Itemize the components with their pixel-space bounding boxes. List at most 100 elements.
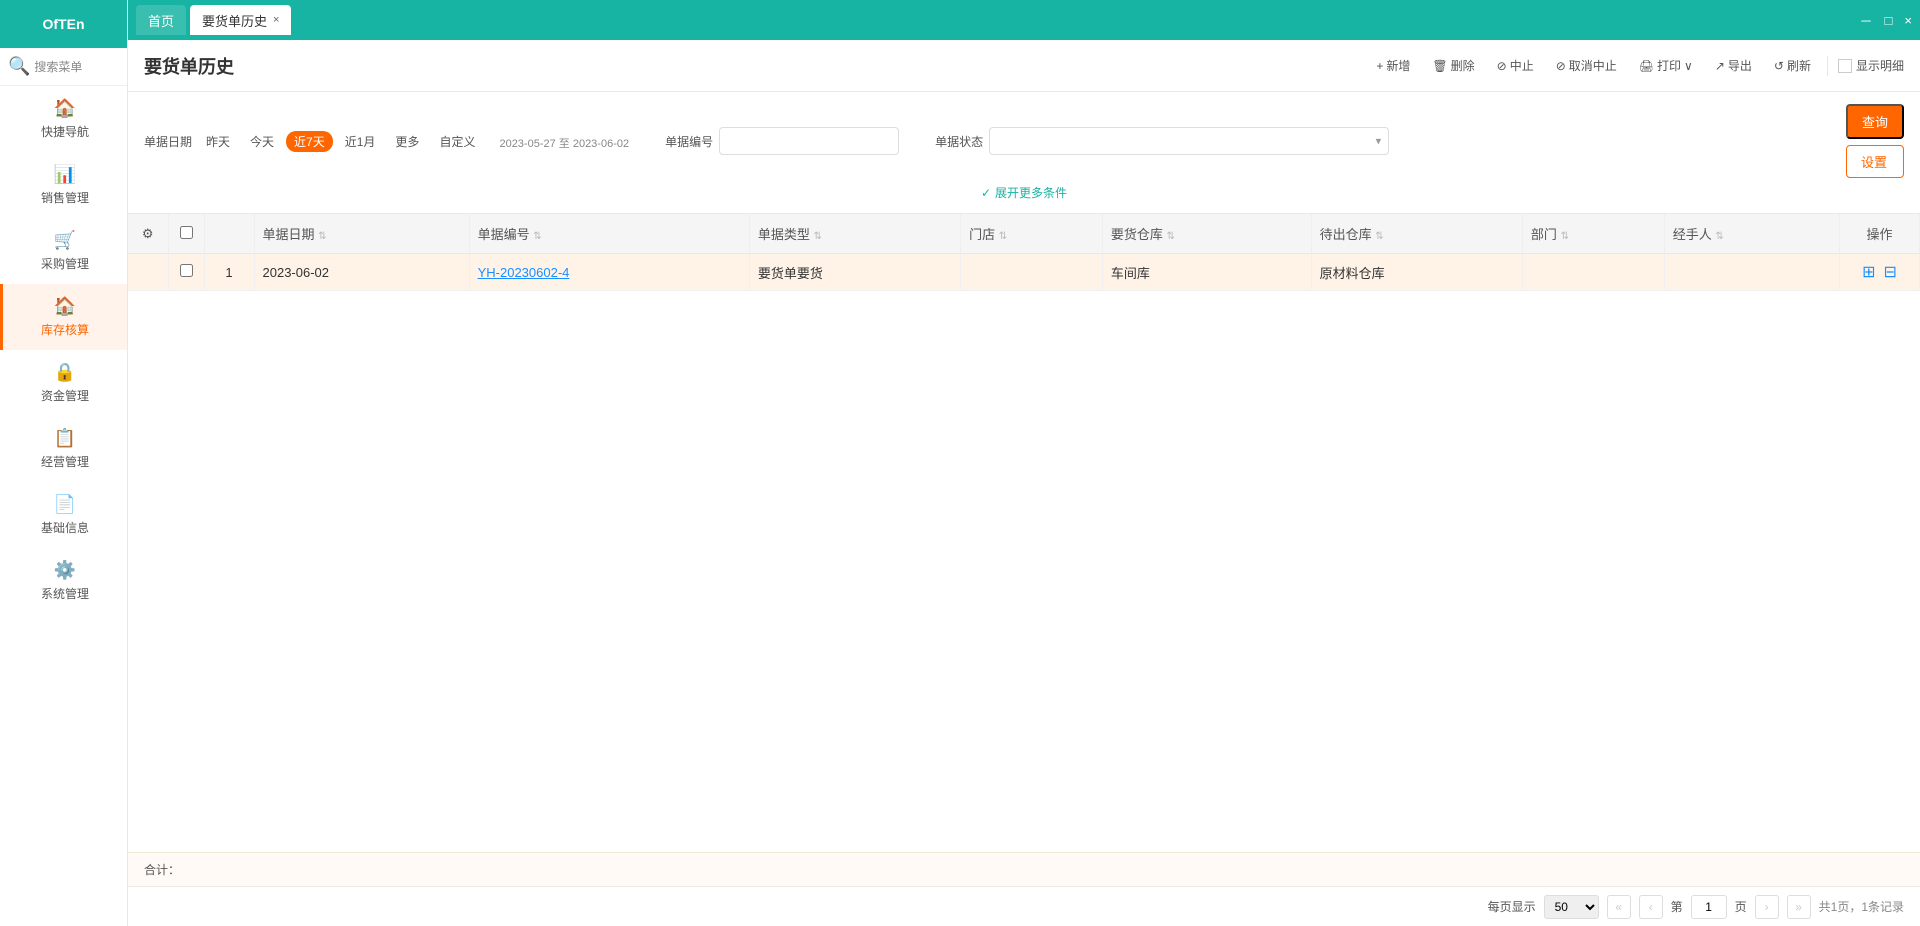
sidebar-item-basic-info[interactable]: 📄 基础信息: [0, 482, 127, 548]
export-button[interactable]: ↗ 导出: [1709, 53, 1758, 78]
date-today[interactable]: 今天: [242, 131, 282, 152]
expand-more-btn[interactable]: ✓ 展开更多条件: [144, 184, 1904, 205]
chart-icon: 📊: [54, 164, 76, 185]
date-filter-label: 单据日期: [144, 133, 192, 150]
date-last7days[interactable]: 近7天: [286, 131, 333, 152]
gear-icon: ⚙️: [54, 560, 76, 581]
sidebar-item-sales[interactable]: 📊 销售管理: [0, 152, 127, 218]
sort-icon-bill-type: ⇅: [814, 231, 822, 242]
col-department[interactable]: 部门 ⇅: [1522, 214, 1664, 254]
last-page-btn[interactable]: »: [1787, 895, 1811, 919]
tab-close-icon[interactable]: ×: [273, 14, 279, 26]
sidebar-item-quick-nav[interactable]: 🏠 快捷导航: [0, 86, 127, 152]
col-handler[interactable]: 经手人 ⇅: [1664, 214, 1839, 254]
col-action: 操作: [1840, 214, 1920, 254]
date-last-month[interactable]: 近1月: [337, 131, 384, 152]
query-buttons: 查询 设置: [1846, 104, 1904, 178]
row-bill-date: 2023-06-02: [254, 254, 469, 291]
stop-icon: ⊘: [1497, 59, 1507, 73]
row-action-col: ⊞ ⊟: [1840, 254, 1920, 291]
col-bill-type[interactable]: 单据类型 ⇅: [749, 214, 960, 254]
minimize-btn[interactable]: －: [1860, 11, 1873, 30]
status-select[interactable]: [989, 127, 1389, 155]
sort-icon-handler: ⇅: [1715, 231, 1723, 242]
row-checkbox-col[interactable]: [168, 254, 204, 291]
col-pending-warehouse[interactable]: 待出仓库 ⇅: [1311, 214, 1522, 254]
print-icon: 🖨: [1639, 59, 1654, 73]
show-detail-label: 显示明细: [1856, 57, 1904, 74]
print-button[interactable]: 🖨 打印 ∨: [1633, 53, 1699, 78]
sort-icon-bill-date: ⇅: [318, 231, 326, 242]
refresh-button[interactable]: ↺ 刷新: [1768, 53, 1817, 78]
query-button[interactable]: 查询: [1846, 104, 1904, 139]
cancel-stop-button[interactable]: ⊘ 取消中止: [1550, 53, 1623, 78]
sort-icon-pending-warehouse: ⇅: [1375, 231, 1383, 242]
tab-bar: 首页 要货单历史 × － □ ×: [128, 0, 1920, 40]
select-all-checkbox[interactable]: [180, 226, 193, 239]
tab-home-label: 首页: [148, 11, 174, 30]
first-page-btn[interactable]: «: [1607, 895, 1631, 919]
page-suffix: 页: [1735, 898, 1747, 915]
date-more[interactable]: 更多: [387, 131, 427, 152]
table-footer: 合计：: [128, 852, 1920, 886]
page-number-input[interactable]: [1691, 895, 1727, 919]
sidebar-item-operations[interactable]: 📋 经营管理: [0, 416, 127, 482]
stop-button[interactable]: ⊘ 中止: [1491, 53, 1540, 78]
row-department: [1522, 254, 1664, 291]
col-checkbox[interactable]: [168, 214, 204, 254]
row-more-icon[interactable]: ⊟: [1884, 262, 1897, 282]
column-settings-icon[interactable]: ⚙: [142, 226, 154, 241]
delete-button[interactable]: 🗑 删除: [1426, 53, 1480, 78]
close-btn[interactable]: ×: [1904, 13, 1912, 28]
next-page-btn[interactable]: ›: [1755, 895, 1779, 919]
bill-no-input[interactable]: [719, 127, 899, 155]
sort-icon-req-warehouse: ⇅: [1167, 231, 1175, 242]
page-label: 第: [1671, 898, 1683, 915]
row-edit-icon[interactable]: ⊞: [1862, 262, 1875, 282]
restore-btn[interactable]: □: [1885, 13, 1893, 28]
page-size-select[interactable]: 50 10 20 100: [1544, 895, 1599, 919]
sidebar: OfTEn 🔍 搜索菜单 🏠 快捷导航 📊 销售管理 🛒 采购管理 🏠 库存核算…: [0, 0, 128, 926]
row-checkbox[interactable]: [180, 264, 193, 277]
sort-icon-department: ⇅: [1561, 231, 1569, 242]
row-seq: 1: [204, 254, 254, 291]
bill-no-link[interactable]: YH-20230602-4: [478, 265, 570, 280]
new-button[interactable]: + 新增: [1370, 53, 1416, 78]
show-detail-toggle[interactable]: 显示明细: [1838, 57, 1904, 74]
page-size-label: 每页显示: [1488, 898, 1536, 915]
col-req-warehouse[interactable]: 要货仓库 ⇅: [1102, 214, 1311, 254]
row-settings-col: [128, 254, 168, 291]
date-shortcuts: 昨天 今天 近7天 近1月 更多 自定义: [198, 131, 483, 152]
col-store[interactable]: 门店 ⇅: [961, 214, 1103, 254]
row-bill-no[interactable]: YH-20230602-4: [469, 254, 749, 291]
show-detail-checkbox[interactable]: [1838, 59, 1852, 73]
sidebar-item-purchase[interactable]: 🛒 采购管理: [0, 218, 127, 284]
col-bill-date[interactable]: 单据日期 ⇅: [254, 214, 469, 254]
col-seq: [204, 214, 254, 254]
date-yesterday[interactable]: 昨天: [198, 131, 238, 152]
sidebar-item-system[interactable]: ⚙️ 系统管理: [0, 548, 127, 614]
new-icon: +: [1376, 59, 1383, 73]
col-bill-no[interactable]: 单据编号 ⇅: [469, 214, 749, 254]
tab-requisition-history[interactable]: 要货单历史 ×: [190, 5, 291, 35]
summary-label: 合计：: [144, 863, 180, 877]
sidebar-item-inventory[interactable]: 🏠 库存核算: [0, 284, 127, 350]
tab-home[interactable]: 首页: [136, 5, 186, 35]
sidebar-item-label: 采购管理: [41, 255, 89, 272]
tab-requisition-label: 要货单历史: [202, 11, 267, 30]
pagination: 每页显示 50 10 20 100 « ‹ 第 页 › » 共1页，1条记录: [128, 886, 1920, 926]
sidebar-item-label: 销售管理: [41, 189, 89, 206]
page-header: 要货单历史 + 新增 🗑 删除 ⊘ 中止 ⊘ 取消中止 🖨 打印 ∨: [128, 40, 1920, 92]
header-actions: + 新增 🗑 删除 ⊘ 中止 ⊘ 取消中止 🖨 打印 ∨ ↗ 导: [1370, 53, 1904, 78]
filter-row: 单据日期 昨天 今天 近7天 近1月 更多 自定义 2023-05-27 至 2…: [144, 104, 1904, 178]
sidebar-item-search-menu[interactable]: 🔍 搜索菜单: [0, 48, 127, 86]
date-custom[interactable]: 自定义: [431, 131, 483, 152]
sidebar-item-finance[interactable]: 🔒 资金管理: [0, 350, 127, 416]
filter-area: 单据日期 昨天 今天 近7天 近1月 更多 自定义 2023-05-27 至 2…: [128, 92, 1920, 214]
row-pending-warehouse: 原材料仓库: [1311, 254, 1522, 291]
settings-button[interactable]: 设置: [1846, 145, 1904, 178]
cancel-stop-icon: ⊘: [1556, 59, 1566, 73]
divider: [1827, 56, 1828, 76]
col-settings[interactable]: ⚙: [128, 214, 168, 254]
prev-page-btn[interactable]: ‹: [1639, 895, 1663, 919]
